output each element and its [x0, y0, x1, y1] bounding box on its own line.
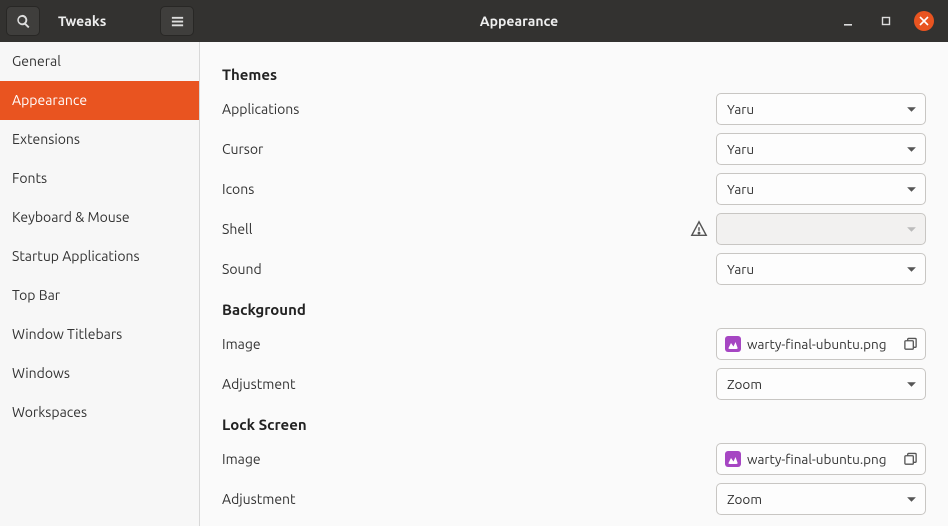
browse-icon: [901, 335, 919, 353]
sidebar: General Appearance Extensions Fonts Keyb…: [0, 42, 200, 526]
label-ls-image: Image: [222, 451, 716, 467]
shell-warning: [690, 220, 708, 238]
body: General Appearance Extensions Fonts Keyb…: [0, 42, 948, 526]
combo-ls-adjustment-value: Zoom: [727, 491, 906, 507]
row-icons: Icons Yaru: [222, 169, 926, 209]
sidebar-item-fonts[interactable]: Fonts: [0, 159, 199, 198]
sidebar-item-windows[interactable]: Windows: [0, 354, 199, 393]
file-chooser-bg-image[interactable]: warty-final-ubuntu.png: [716, 328, 926, 360]
chevron-down-icon: [906, 494, 917, 505]
label-sound: Sound: [222, 261, 716, 277]
combo-icons-value: Yaru: [727, 181, 906, 197]
combo-cursor[interactable]: Yaru: [716, 133, 926, 165]
window-controls: [838, 11, 948, 31]
browse-icon: [901, 450, 919, 468]
combo-sound-value: Yaru: [727, 261, 906, 277]
label-ls-adjustment: Adjustment: [222, 491, 716, 507]
sidebar-item-appearance[interactable]: Appearance: [0, 81, 199, 120]
titlebar-center: Appearance: [200, 13, 838, 29]
image-icon: [725, 336, 741, 352]
maximize-button[interactable]: [876, 11, 896, 31]
chevron-down-icon: [906, 264, 917, 275]
search-button[interactable]: [6, 6, 40, 36]
combo-ls-adjustment[interactable]: Zoom: [716, 483, 926, 515]
close-button[interactable]: [914, 11, 934, 31]
maximize-icon: [880, 15, 892, 27]
sidebar-item-extensions[interactable]: Extensions: [0, 120, 199, 159]
row-sound: Sound Yaru: [222, 249, 926, 289]
row-bg-image: Image warty-final-ubuntu.png: [222, 324, 926, 364]
row-bg-adjustment: Adjustment Zoom: [222, 364, 926, 404]
hamburger-icon: [170, 14, 185, 29]
combo-bg-adjustment[interactable]: Zoom: [716, 368, 926, 400]
sidebar-item-startup-applications[interactable]: Startup Applications: [0, 237, 199, 276]
row-ls-adjustment: Adjustment Zoom: [222, 479, 926, 519]
hamburger-button[interactable]: [160, 6, 194, 36]
row-cursor: Cursor Yaru: [222, 129, 926, 169]
combo-applications[interactable]: Yaru: [716, 93, 926, 125]
content: Themes Applications Yaru Cursor Yaru Ico…: [200, 42, 948, 526]
sidebar-item-keyboard-mouse[interactable]: Keyboard & Mouse: [0, 198, 199, 237]
chevron-down-icon: [906, 104, 917, 115]
row-shell: Shell: [222, 209, 926, 249]
section-heading-themes: Themes: [222, 66, 926, 83]
file-bg-image-value: warty-final-ubuntu.png: [747, 336, 901, 352]
minimize-button[interactable]: [838, 11, 858, 31]
combo-bg-adjustment-value: Zoom: [727, 376, 906, 392]
app-name: Tweaks: [58, 13, 106, 29]
sidebar-item-general[interactable]: General: [0, 42, 199, 81]
close-icon: [919, 16, 929, 26]
section-heading-lockscreen: Lock Screen: [222, 416, 926, 433]
chevron-down-icon: [906, 184, 917, 195]
chevron-down-icon: [906, 144, 917, 155]
label-applications: Applications: [222, 101, 716, 117]
image-icon: [725, 451, 741, 467]
combo-sound[interactable]: Yaru: [716, 253, 926, 285]
minimize-icon: [842, 15, 854, 27]
row-applications: Applications Yaru: [222, 89, 926, 129]
titlebar: Tweaks Appearance: [0, 0, 948, 42]
sidebar-item-workspaces[interactable]: Workspaces: [0, 393, 199, 432]
warning-icon: [690, 220, 708, 238]
file-chooser-ls-image[interactable]: warty-final-ubuntu.png: [716, 443, 926, 475]
search-icon: [16, 14, 31, 29]
titlebar-left: Tweaks: [0, 0, 200, 42]
combo-applications-value: Yaru: [727, 101, 906, 117]
sidebar-item-top-bar[interactable]: Top Bar: [0, 276, 199, 315]
chevron-down-icon: [906, 379, 917, 390]
label-shell: Shell: [222, 221, 690, 237]
combo-icons[interactable]: Yaru: [716, 173, 926, 205]
combo-cursor-value: Yaru: [727, 141, 906, 157]
row-ls-image: Image warty-final-ubuntu.png: [222, 439, 926, 479]
page-title: Appearance: [480, 13, 558, 29]
chevron-down-icon: [906, 224, 917, 235]
label-bg-image: Image: [222, 336, 716, 352]
label-bg-adjustment: Adjustment: [222, 376, 716, 392]
label-cursor: Cursor: [222, 141, 716, 157]
combo-shell: [716, 213, 926, 245]
file-ls-image-value: warty-final-ubuntu.png: [747, 451, 901, 467]
sidebar-item-window-titlebars[interactable]: Window Titlebars: [0, 315, 199, 354]
section-heading-background: Background: [222, 301, 926, 318]
label-icons: Icons: [222, 181, 716, 197]
